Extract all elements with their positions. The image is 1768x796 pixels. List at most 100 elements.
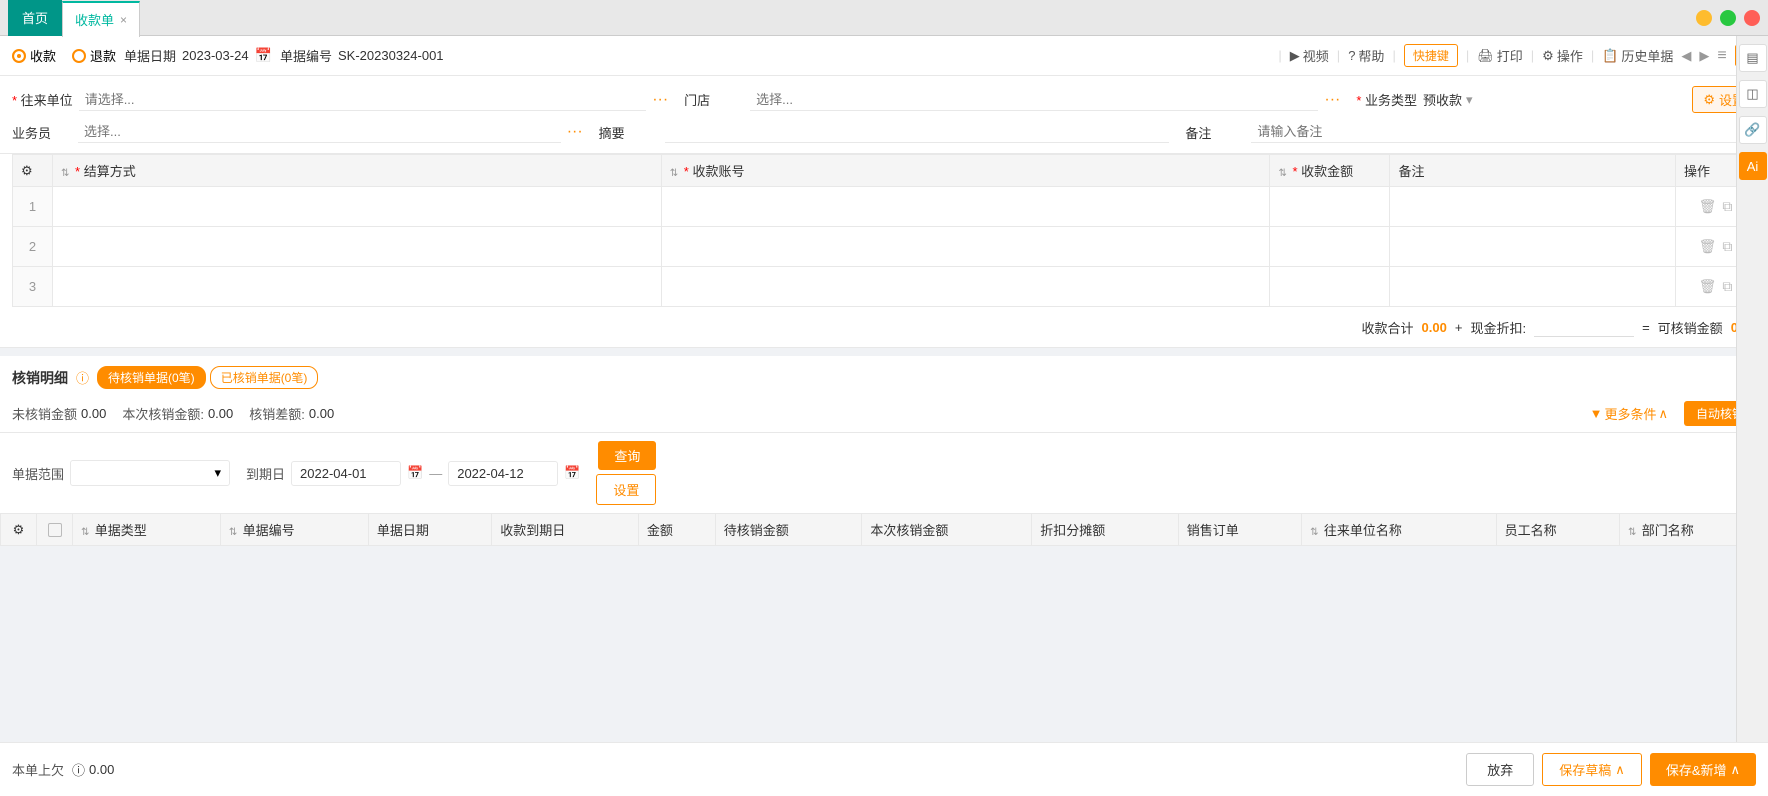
tab-receipt[interactable]: 收款单 × (62, 1, 140, 37)
sidebar-btn-2[interactable]: ◫ (1739, 80, 1767, 108)
receipt-radio[interactable]: 收款 (12, 46, 56, 65)
sidebar-btn-3[interactable]: 🔗 (1739, 116, 1767, 144)
shortcut-btn[interactable]: 快捷键 (1404, 44, 1458, 67)
store-input[interactable] (750, 89, 1318, 111)
biz-type-field: 业务类型 预收款 ▾ (1356, 90, 1676, 109)
operation-label: 操作 (1557, 46, 1583, 65)
settlement-sort-icon: ⇅ (61, 168, 69, 179)
staff-label: 业务员 (12, 123, 72, 142)
row-3-note[interactable] (1390, 267, 1676, 307)
bth-partner: ⇅ 往来单位名称 (1302, 514, 1496, 546)
staff-field: 业务员 ··· (12, 121, 583, 143)
row-2-note[interactable] (1390, 227, 1676, 267)
pending-tab[interactable]: 待核销单据(0笔) (97, 366, 206, 389)
note-label: 备注 (1398, 164, 1424, 179)
print-action[interactable]: 🖨 打印 (1477, 46, 1523, 65)
date-to-input[interactable] (448, 461, 558, 486)
history-action[interactable]: 📋 历史单据 (1602, 46, 1673, 65)
this-doc-info-icon[interactable]: ⓘ (72, 760, 85, 779)
operation-action[interactable]: ⚙ 操作 (1542, 46, 1583, 65)
unchecked-stat: 未核销金额 0.00 (12, 404, 106, 423)
window-close-btn[interactable] (1744, 10, 1760, 26)
amount-label: 收款金额 (1301, 164, 1353, 179)
summary-input[interactable] (665, 121, 1170, 143)
date-from-calendar-icon[interactable]: 📅 (407, 465, 423, 481)
tab-home[interactable]: 首页 (8, 0, 62, 36)
doc-date-calendar-icon[interactable]: 📅 (255, 47, 272, 64)
row-3-amount[interactable] (1270, 267, 1390, 307)
query-btn[interactable]: 查询 (598, 441, 656, 470)
window-maximize-btn[interactable] (1720, 10, 1736, 26)
staff-more-icon[interactable]: ··· (567, 124, 583, 140)
row-1-account[interactable] (661, 187, 1270, 227)
doc-number-value: SK-20230324-001 (338, 48, 444, 63)
biz-type-select[interactable]: 预收款 ▾ (1423, 90, 1473, 109)
row-1-delete-icon[interactable]: 🗑 (1699, 198, 1717, 215)
save-new-btn[interactable]: 保存&新增 ∧ (1650, 753, 1756, 786)
partner-input[interactable] (79, 89, 647, 111)
refund-radio-label: 退款 (90, 46, 116, 65)
row-2-account[interactable] (661, 227, 1270, 267)
nav-prev-btn[interactable]: ◀ (1681, 48, 1691, 64)
divider2: | (1337, 48, 1340, 63)
more-conditions-btn[interactable]: ▼ 更多条件 ∧ (1590, 404, 1668, 423)
row-3-copy-icon[interactable]: ⧉ (1722, 278, 1732, 295)
filter-settings-btn[interactable]: 设置 (596, 474, 656, 505)
total-value: 0.00 (1422, 320, 1447, 335)
abandon-btn[interactable]: 放弃 (1466, 753, 1534, 786)
partner-field: 往来单位 ··· (12, 89, 668, 111)
done-tab[interactable]: 已核销单据(0笔) (210, 366, 319, 389)
video-action[interactable]: ▶ 视频 (1290, 46, 1329, 65)
table-section: ⚙ ⇅ * 结算方式 ⇅ * 收款账号 ⇅ * 收款金额 (0, 154, 1768, 307)
window-controls (1696, 10, 1760, 26)
bth-checkbox[interactable] (37, 514, 73, 546)
date-from-input[interactable] (291, 461, 401, 486)
row-1-note[interactable] (1390, 187, 1676, 227)
th-settlement: ⇅ * 结算方式 (53, 155, 662, 187)
range-filter-select[interactable]: ▾ (70, 460, 230, 486)
bth-staff: 员工名称 (1496, 514, 1619, 546)
help-action[interactable]: ? 帮助 (1348, 46, 1384, 65)
store-more-icon[interactable]: ··· (1324, 92, 1340, 108)
select-all-checkbox[interactable] (48, 523, 62, 537)
nav-next-btn[interactable]: ▶ (1699, 48, 1709, 64)
row-1-settlement[interactable] (53, 187, 662, 227)
divider5: | (1531, 48, 1534, 63)
settings-icon: ⚙ (1703, 92, 1715, 108)
row-1-amount[interactable] (1270, 187, 1390, 227)
plus-sign: + (1455, 320, 1463, 335)
view-list-btn[interactable]: ≡ (1717, 47, 1726, 65)
due-date-filter: 到期日 📅 — 📅 (246, 461, 580, 486)
date-to-calendar-icon[interactable]: 📅 (564, 465, 580, 481)
total-label: 收款合计 (1362, 318, 1414, 337)
verification-info-icon[interactable]: ⓘ (76, 368, 89, 387)
note-input[interactable] (1251, 121, 1756, 143)
window-minimize-btn[interactable] (1696, 10, 1712, 26)
staff-input[interactable] (78, 121, 561, 143)
discount-input[interactable] (1534, 317, 1634, 337)
tab-close-btn[interactable]: × (120, 13, 127, 27)
row-2-copy-icon[interactable]: ⧉ (1722, 238, 1732, 255)
bth-gear[interactable]: ⚙ (1, 514, 37, 546)
save-draft-btn[interactable]: 保存草稿 ∧ (1542, 753, 1642, 786)
discount-label: 现金折扣: (1470, 318, 1526, 337)
stats-row: 未核销金额 0.00 本次核销金额: 0.00 核销差额: 0.00 ▼ 更多条… (0, 395, 1768, 432)
row-3-settlement[interactable] (53, 267, 662, 307)
th-gear[interactable]: ⚙ (13, 155, 53, 187)
row-2-settlement[interactable] (53, 227, 662, 267)
row-2-delete-icon[interactable]: 🗑 (1699, 238, 1717, 255)
row-1-copy-icon[interactable]: ⧉ (1722, 198, 1732, 215)
sidebar-btn-ai[interactable]: Ai (1739, 152, 1767, 180)
row-3-account[interactable] (661, 267, 1270, 307)
row-3-delete-icon[interactable]: 🗑 (1699, 278, 1717, 295)
refund-radio[interactable]: 退款 (72, 46, 116, 65)
toolbar: 收款 退款 单据日期 2023-03-24 📅 单据编号 SK-20230324… (0, 36, 1768, 76)
sidebar-btn-1[interactable]: ▤ (1739, 44, 1767, 72)
biz-type-value: 预收款 (1423, 90, 1462, 109)
row-2-amount[interactable] (1270, 227, 1390, 267)
doc-date-field: 单据日期 2023-03-24 📅 (124, 46, 272, 65)
doc-type-radio-group: 收款 退款 (12, 46, 116, 65)
bth-doc-type: ⇅ 单据类型 (73, 514, 221, 546)
partner-more-icon[interactable]: ··· (652, 92, 668, 108)
sidebar-icon-2: ◫ (1746, 86, 1758, 102)
